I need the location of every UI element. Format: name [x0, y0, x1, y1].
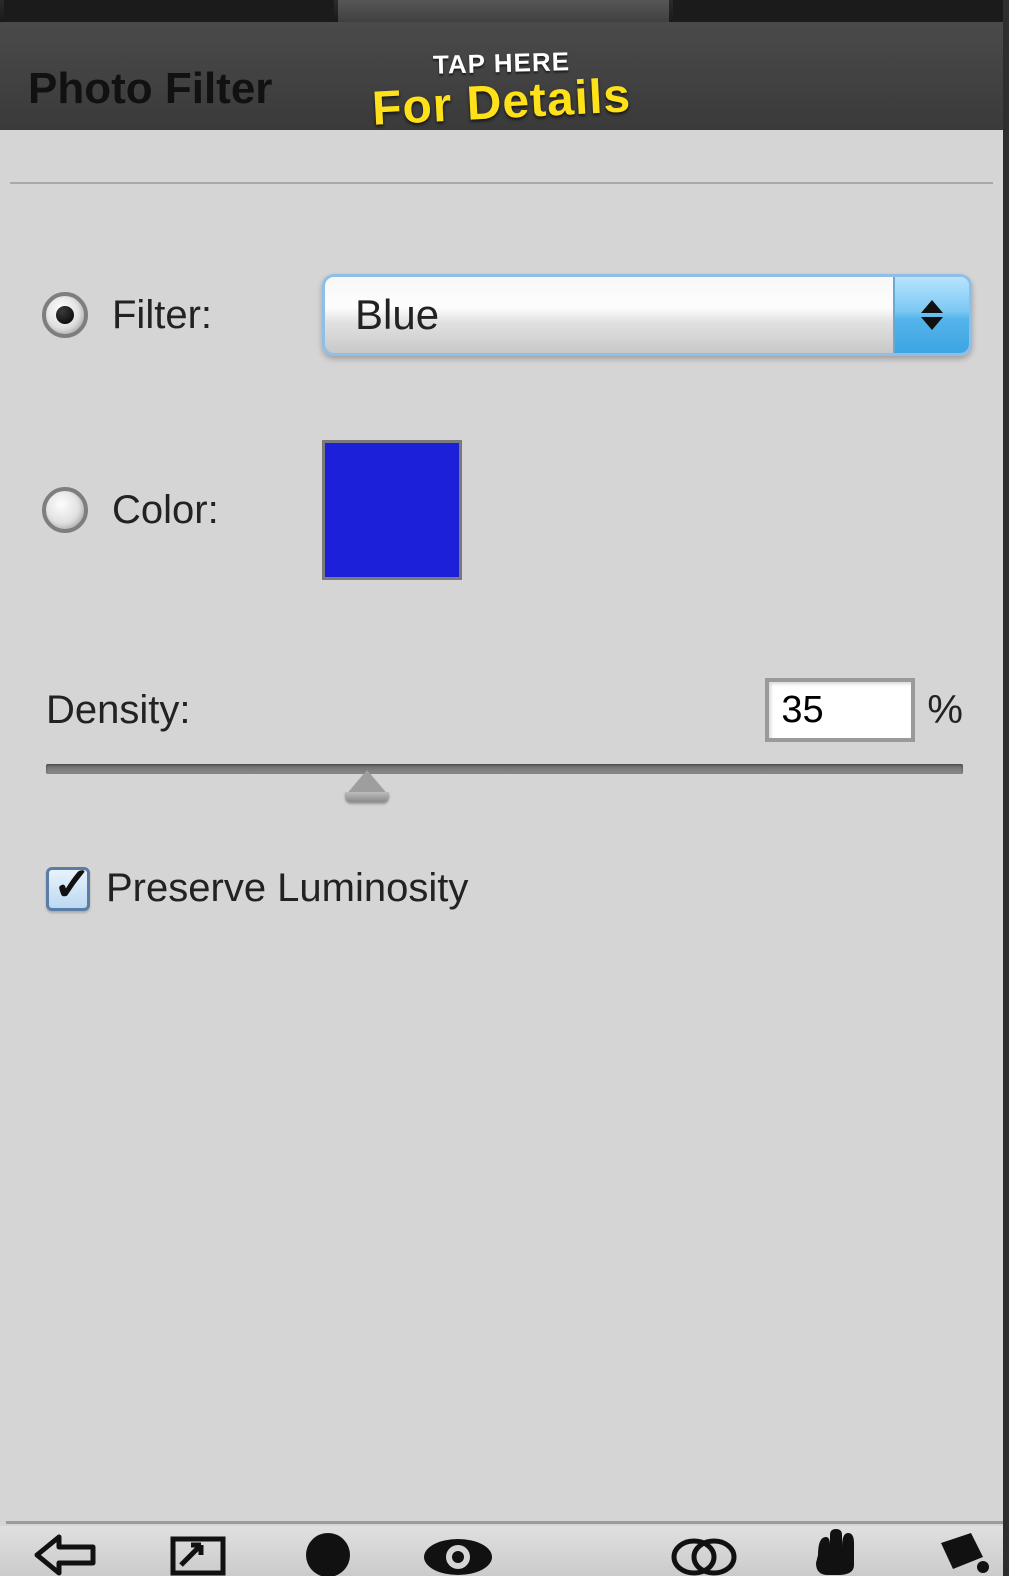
- density-slider[interactable]: [46, 764, 963, 808]
- ellipse-icon[interactable]: [288, 1526, 368, 1576]
- bucket-icon[interactable]: [923, 1526, 1003, 1576]
- tab-inactive[interactable]: [4, 0, 334, 22]
- window-border: [1003, 0, 1009, 1576]
- filter-label: Filter:: [112, 293, 282, 338]
- checkmark-icon: ✓: [53, 862, 92, 906]
- filter-row: Filter: Blue: [42, 274, 983, 356]
- hand-icon[interactable]: [793, 1526, 873, 1576]
- eye-icon[interactable]: [418, 1526, 498, 1576]
- panel-body: Filter: Blue Color: Density: %: [0, 130, 1003, 1528]
- filter-dropdown[interactable]: Blue: [322, 274, 972, 356]
- slider-thumb-icon: [345, 770, 389, 796]
- panel-header: Photo Filter TAP HERE For Details: [0, 22, 1003, 130]
- tab-inactive-2[interactable]: [673, 0, 1003, 22]
- color-label: Color:: [112, 488, 282, 533]
- color-row: Color:: [42, 440, 983, 580]
- preserve-row: ✓ Preserve Luminosity: [46, 866, 468, 911]
- swatches-icon[interactable]: [663, 1526, 743, 1576]
- bottom-separator: [6, 1521, 1003, 1524]
- color-radio[interactable]: [42, 487, 88, 533]
- color-swatch[interactable]: [322, 440, 462, 580]
- filter-radio[interactable]: [42, 292, 88, 338]
- chevron-down-icon: [921, 317, 943, 330]
- preserve-label: Preserve Luminosity: [106, 866, 468, 911]
- preserve-checkbox[interactable]: ✓: [46, 867, 90, 911]
- stepper-icon: [893, 277, 969, 353]
- density-input[interactable]: [765, 678, 915, 742]
- density-row: Density: %: [46, 678, 963, 808]
- separator: [10, 182, 993, 184]
- tab-active[interactable]: [338, 0, 668, 22]
- chevron-up-icon: [921, 300, 943, 313]
- filter-dropdown-value: Blue: [325, 291, 893, 339]
- expand-icon[interactable]: [158, 1526, 238, 1576]
- density-label: Density:: [46, 688, 191, 733]
- bottom-toolbar: [0, 1526, 1003, 1576]
- back-icon[interactable]: [28, 1526, 108, 1576]
- density-unit: %: [927, 688, 963, 733]
- slider-thumb[interactable]: [345, 770, 389, 802]
- slider-track: [46, 764, 963, 774]
- panel-title: Photo Filter: [28, 64, 272, 114]
- tab-strip: [0, 0, 1003, 22]
